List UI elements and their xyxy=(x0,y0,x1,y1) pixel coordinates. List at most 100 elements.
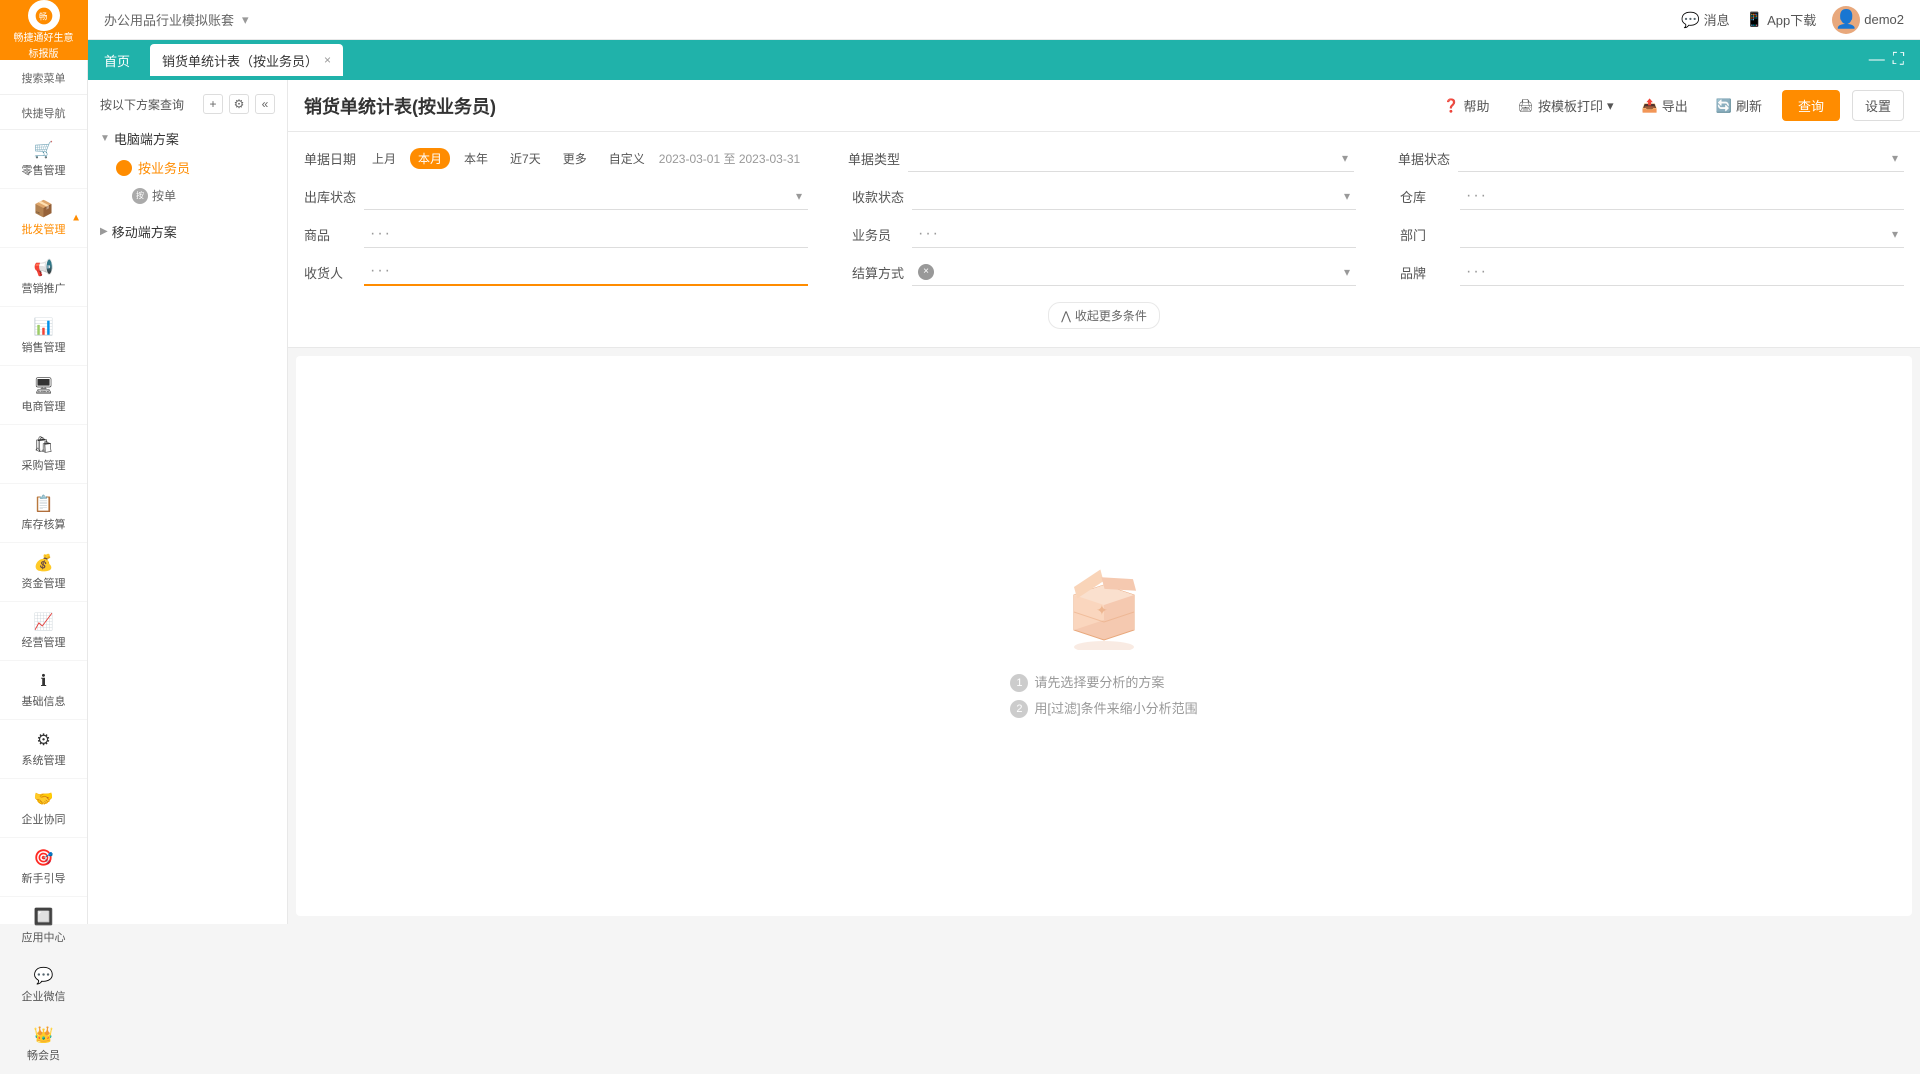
retail-label: 零售管理 xyxy=(22,162,66,178)
warehouse-control[interactable]: ··· xyxy=(1460,182,1904,210)
department-label: 部门 xyxy=(1400,225,1460,244)
filter-brand: 品牌 ··· xyxy=(1400,258,1904,286)
sidebar-item-marketing[interactable]: 📢 营销推广 xyxy=(0,248,87,307)
tree-parent-mobile[interactable]: ▶ 移动端方案 xyxy=(88,217,287,246)
tree-section-desktop: ▼ 电脑端方案 按 按业务员 按 按单 xyxy=(88,120,287,213)
sidebar-item-wechat[interactable]: 💬 企业微信 xyxy=(0,956,87,1015)
salesperson-control[interactable]: ··· xyxy=(912,220,1356,248)
filter-doc-type: 单据类型 ▾ xyxy=(848,144,1354,172)
consignee-label: 收货人 xyxy=(304,263,364,282)
tree-collapse-icon: ▶ xyxy=(100,226,108,237)
department-control[interactable]: ▾ xyxy=(1460,220,1904,248)
filter-doc-status: 单据状态 ▾ xyxy=(1398,144,1904,172)
warehouse-label: 仓库 xyxy=(1400,187,1460,206)
date-chip-thismonth[interactable]: 本月 xyxy=(410,148,450,169)
sidebar-item-ecommerce[interactable]: 🖥 电商管理 xyxy=(0,366,87,425)
bill-scheme-icon: 按 xyxy=(132,188,148,204)
settings-label: 设置 xyxy=(1865,96,1891,115)
filter-department: 部门 ▾ xyxy=(1400,220,1904,248)
page-title: 销货单统计表(按业务员) xyxy=(304,93,496,119)
sidebar-item-member[interactable]: 👑 畅会员 xyxy=(0,1015,87,1074)
date-chip-custom[interactable]: 自定义 xyxy=(601,148,653,169)
tree-grandchild-by-bill[interactable]: 按 按单 xyxy=(88,182,287,209)
sidebar-quick-nav[interactable]: 快捷导航 xyxy=(0,95,87,130)
tree-parent-desktop[interactable]: ▼ 电脑端方案 xyxy=(88,124,287,153)
warehouse-dots: ··· xyxy=(1466,187,1488,205)
tree-child-salesperson[interactable]: 按 按业务员 xyxy=(88,153,287,182)
doc-type-control[interactable]: ▾ xyxy=(908,144,1354,172)
print-button[interactable]: 🖨 按模板打印 ▾ xyxy=(1510,92,1622,119)
left-panel-header: 按以下方案查询 + ⚙ « xyxy=(88,88,287,120)
collapse-filter-button[interactable]: ⋀ 收起更多条件 xyxy=(1048,302,1160,329)
help-button[interactable]: ❓ 帮助 xyxy=(1435,92,1497,119)
settings-button[interactable]: 设置 xyxy=(1852,90,1904,121)
consignee-control[interactable]: ··· xyxy=(364,258,808,286)
system-label: 系统管理 xyxy=(22,752,66,768)
avatar: 👤 xyxy=(1832,6,1860,34)
tree-parent-mobile-label: 移动端方案 xyxy=(112,222,177,241)
date-chip-7days[interactable]: 近7天 xyxy=(502,148,549,169)
settlement-label: 结算方式 xyxy=(852,263,912,282)
sidebar-item-sales[interactable]: 📊 销售管理 xyxy=(0,307,87,366)
sidebar-item-inventory[interactable]: 📋 库存核算 xyxy=(0,484,87,543)
sales-icon: 📊 xyxy=(34,317,54,337)
settings-scheme-button[interactable]: ⚙ xyxy=(229,94,249,114)
brand-control[interactable]: ··· xyxy=(1460,258,1904,286)
query-button[interactable]: 查询 xyxy=(1782,90,1840,121)
settlement-control[interactable]: × ▾ xyxy=(912,258,1356,286)
tab-close-button[interactable]: × xyxy=(324,53,331,67)
add-scheme-button[interactable]: + xyxy=(203,94,223,114)
outbound-chevron-icon: ▾ xyxy=(796,189,802,203)
app-logo[interactable]: 畅 畅捷通好生意 标报版 xyxy=(0,0,88,60)
tab-expand-button[interactable]: ⛶ xyxy=(1893,51,1904,69)
sidebar-item-finance[interactable]: 💰 资金管理 xyxy=(0,543,87,602)
page-title-bar: 销货单统计表(按业务员) ❓ 帮助 🖨 按模板打印 ▾ 📤 导出 xyxy=(288,80,1920,132)
ecommerce-icon: 🖥 xyxy=(34,376,54,396)
export-label: 导出 xyxy=(1662,96,1688,115)
tab-active[interactable]: 销货单统计表（按业务员） × xyxy=(150,44,343,76)
left-panel: 按以下方案查询 + ⚙ « ▼ 电脑端方案 按 按业务员 按 按 xyxy=(88,80,288,924)
sidebar-item-apps[interactable]: 🔲 应用中心 xyxy=(0,897,87,956)
sidebar-item-basic[interactable]: ℹ 基础信息 xyxy=(0,661,87,720)
search-menu-label: 搜索菜单 xyxy=(4,70,83,86)
tab-home[interactable]: 首页 xyxy=(88,40,146,80)
bill-scheme-label: 按单 xyxy=(152,187,176,204)
payment-control[interactable]: ▾ xyxy=(912,182,1356,210)
tab-minimize-button[interactable]: — xyxy=(1869,51,1885,69)
sidebar-item-retail[interactable]: 🛒 零售管理 xyxy=(0,130,87,189)
page-content: 按以下方案查询 + ⚙ « ▼ 电脑端方案 按 按业务员 按 按 xyxy=(88,80,1920,924)
wholesale-label: 批发管理 xyxy=(22,221,66,237)
sidebar-search[interactable]: 搜索菜单 xyxy=(0,60,87,95)
settlement-clear-button[interactable]: × xyxy=(918,264,934,280)
message-label: 消息 xyxy=(1704,10,1730,29)
doc-status-control[interactable]: ▾ xyxy=(1458,144,1904,172)
collapse-panel-button[interactable]: « xyxy=(255,94,275,114)
date-chip-thisyear[interactable]: 本年 xyxy=(456,148,496,169)
apps-icon: 🔲 xyxy=(34,907,54,927)
goods-dots: ··· xyxy=(370,225,392,243)
filter-consignee: 收货人 ··· xyxy=(304,258,808,286)
date-chip-more[interactable]: 更多 xyxy=(555,148,595,169)
sidebar-item-enterprise[interactable]: 🤝 企业协同 xyxy=(0,779,87,838)
salesperson-scheme-icon: 按 xyxy=(116,160,132,176)
date-chip-lastmonth[interactable]: 上月 xyxy=(364,148,404,169)
finance-icon: 💰 xyxy=(34,553,54,573)
breadcrumb-dropdown-icon[interactable]: ▾ xyxy=(242,12,249,28)
export-button[interactable]: 📤 导出 xyxy=(1634,92,1696,119)
message-action[interactable]: 💬 消息 xyxy=(1681,10,1730,29)
outbound-control[interactable]: ▾ xyxy=(364,182,808,210)
sidebar-item-operations[interactable]: 📈 经营管理 xyxy=(0,602,87,661)
brand-label: 品牌 xyxy=(1400,263,1460,282)
sidebar-item-wholesale[interactable]: 📦 批发管理 ▲ xyxy=(0,189,87,248)
app-download-action[interactable]: 📱 App下载 xyxy=(1746,10,1817,29)
sidebar-item-newbie[interactable]: 🎯 新手引导 xyxy=(0,838,87,897)
sidebar-item-system[interactable]: ⚙ 系统管理 xyxy=(0,720,87,779)
message-icon: 💬 xyxy=(1681,11,1700,29)
doc-status-label: 单据状态 xyxy=(1398,149,1458,168)
inventory-icon: 📋 xyxy=(34,494,54,514)
sidebar-item-purchase[interactable]: 🛍 采购管理 xyxy=(0,425,87,484)
goods-control[interactable]: ··· xyxy=(364,220,808,248)
user-action[interactable]: 👤 demo2 xyxy=(1832,6,1904,34)
apps-label: 应用中心 xyxy=(22,929,66,945)
refresh-button[interactable]: 🔄 刷新 xyxy=(1708,92,1770,119)
